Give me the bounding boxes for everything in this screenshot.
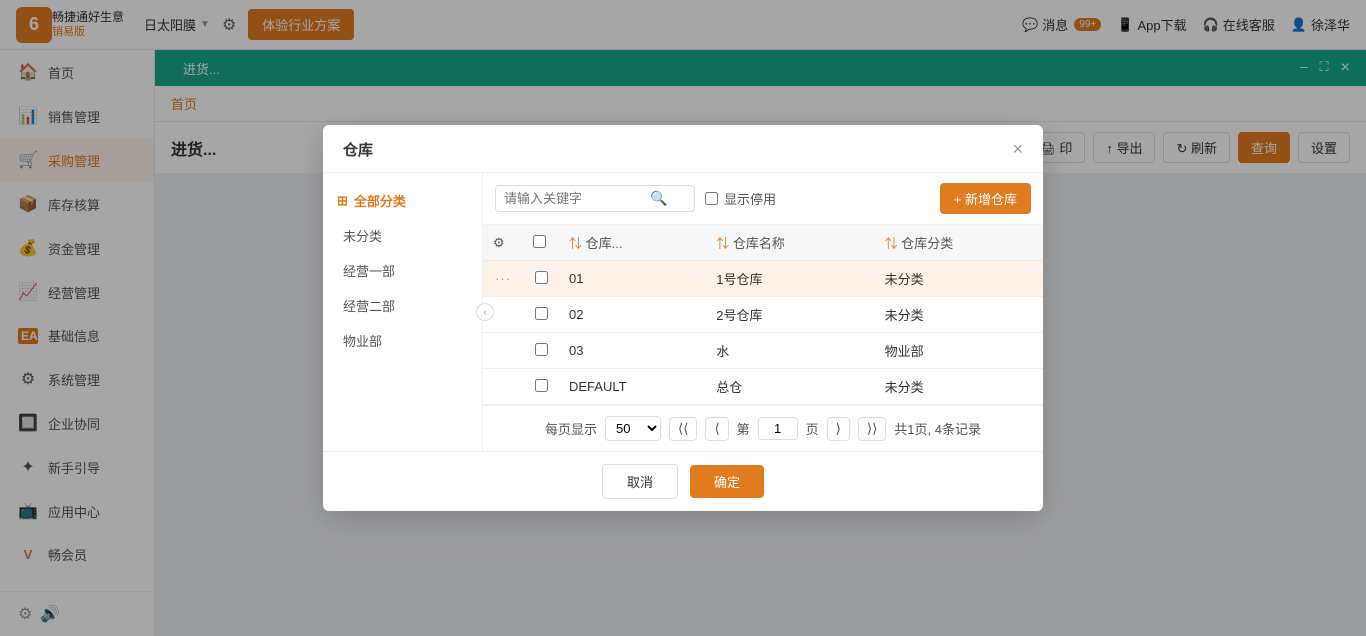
table-row[interactable]: 02 2号仓库 未分类 [483, 297, 1043, 333]
row-category: 物业部 [875, 333, 1043, 369]
col-code-header: ⇅ 仓库... [559, 225, 706, 261]
row-checkbox[interactable] [535, 307, 548, 320]
row-code: DEFAULT [559, 369, 706, 405]
row-checkbox[interactable] [535, 379, 548, 392]
row-checkbox-cell [523, 297, 559, 333]
table-row[interactable]: ··· 01 1号仓库 未分类 [483, 261, 1043, 297]
search-input[interactable] [504, 191, 644, 206]
page-label: 第 [737, 419, 750, 438]
sort-icon-cat: ⇅ [885, 236, 898, 251]
row-code: 02 [559, 297, 706, 333]
prev-page-btn[interactable]: ⟨ [705, 417, 728, 441]
col-name-header: ⇅ 仓库名称 [706, 225, 874, 261]
first-page-btn[interactable]: ⟨⟨ [669, 417, 697, 441]
row-checkbox-cell [523, 369, 559, 405]
grid-icon: ⊞ [337, 193, 348, 209]
table-row[interactable]: 03 水 物业部 [483, 333, 1043, 369]
col-category-header: ⇅ 仓库分类 [875, 225, 1043, 261]
row-checkbox-cell [523, 333, 559, 369]
row-category: 未分类 [875, 261, 1043, 297]
per-page-label: 每页显示 [545, 419, 597, 438]
category-unclassified[interactable]: 未分类 [323, 218, 482, 253]
table-toolbar: 🔍 显示停用 + 新增仓库 [483, 173, 1043, 225]
row-checkbox-cell [523, 261, 559, 297]
row-name: 总仓 [706, 369, 874, 405]
table-panel: 🔍 显示停用 + 新增仓库 ⚙ [483, 173, 1043, 451]
category-all[interactable]: ⊞ 全部分类 [323, 183, 482, 218]
table-scroll: ⚙ ⇅ 仓库... ⇅ 仓库名称 [483, 225, 1043, 405]
add-warehouse-btn[interactable]: + 新增仓库 [940, 183, 1031, 214]
page-input[interactable] [758, 417, 798, 440]
table-header-row: ⚙ ⇅ 仓库... ⇅ 仓库名称 [483, 225, 1043, 261]
table-body: ··· 01 1号仓库 未分类 02 2号仓库 未分类 03 水 物业部 DEF… [483, 261, 1043, 405]
modal-close-btn[interactable]: × [1012, 139, 1023, 160]
row-actions [483, 333, 523, 369]
search-box: 🔍 [495, 185, 695, 212]
next-page-btn[interactable]: ⟩ [827, 417, 850, 441]
confirm-button[interactable]: 确定 [690, 465, 764, 498]
modal-overlay: 仓库 × ⊞ 全部分类 未分类 经营一部 经营二部 物业部 ‹ [0, 0, 1366, 636]
modal-header: 仓库 × [323, 125, 1043, 173]
category-property[interactable]: 物业部 [323, 323, 482, 358]
row-checkbox[interactable] [535, 343, 548, 356]
pagination: 每页显示 50 20 100 ⟨⟨ ⟨ 第 页 ⟩ ⟩⟩ 共1页, 4条记录 [483, 405, 1043, 451]
row-actions: ··· [483, 261, 523, 297]
cancel-button[interactable]: 取消 [602, 464, 678, 499]
show-disabled-label[interactable]: 显示停用 [705, 189, 776, 208]
page-suffix: 页 [806, 419, 819, 438]
modal-footer: 取消 确定 [323, 451, 1043, 511]
row-name: 水 [706, 333, 874, 369]
row-name: 2号仓库 [706, 297, 874, 333]
sort-icon: ⇅ [569, 236, 582, 251]
row-category: 未分类 [875, 369, 1043, 405]
row-checkbox[interactable] [535, 271, 548, 284]
row-category: 未分类 [875, 297, 1043, 333]
row-code: 03 [559, 333, 706, 369]
select-all-checkbox[interactable] [533, 235, 546, 248]
row-code: 01 [559, 261, 706, 297]
warehouse-modal: 仓库 × ⊞ 全部分类 未分类 经营一部 经营二部 物业部 ‹ [323, 125, 1043, 511]
search-icon[interactable]: 🔍 [650, 190, 667, 207]
warehouse-table: ⚙ ⇅ 仓库... ⇅ 仓库名称 [483, 225, 1043, 405]
show-disabled-checkbox[interactable] [705, 192, 718, 205]
row-actions [483, 369, 523, 405]
col-settings-header: ⚙ [483, 225, 523, 261]
modal-body: ⊞ 全部分类 未分类 经营一部 经营二部 物业部 ‹ 🔍 [323, 173, 1043, 451]
col-checkbox-header [523, 225, 559, 261]
sort-icon-name: ⇅ [716, 236, 729, 251]
last-page-btn[interactable]: ⟩⟩ [858, 417, 886, 441]
row-name: 1号仓库 [706, 261, 874, 297]
category-ops1[interactable]: 经营一部 [323, 253, 482, 288]
table-row[interactable]: DEFAULT 总仓 未分类 [483, 369, 1043, 405]
total-label: 共1页, 4条记录 [894, 419, 981, 438]
category-panel: ⊞ 全部分类 未分类 经营一部 经营二部 物业部 ‹ [323, 173, 483, 451]
modal-title: 仓库 [343, 139, 373, 160]
category-ops2[interactable]: 经营二部 [323, 288, 482, 323]
per-page-select[interactable]: 50 20 100 [605, 416, 661, 441]
